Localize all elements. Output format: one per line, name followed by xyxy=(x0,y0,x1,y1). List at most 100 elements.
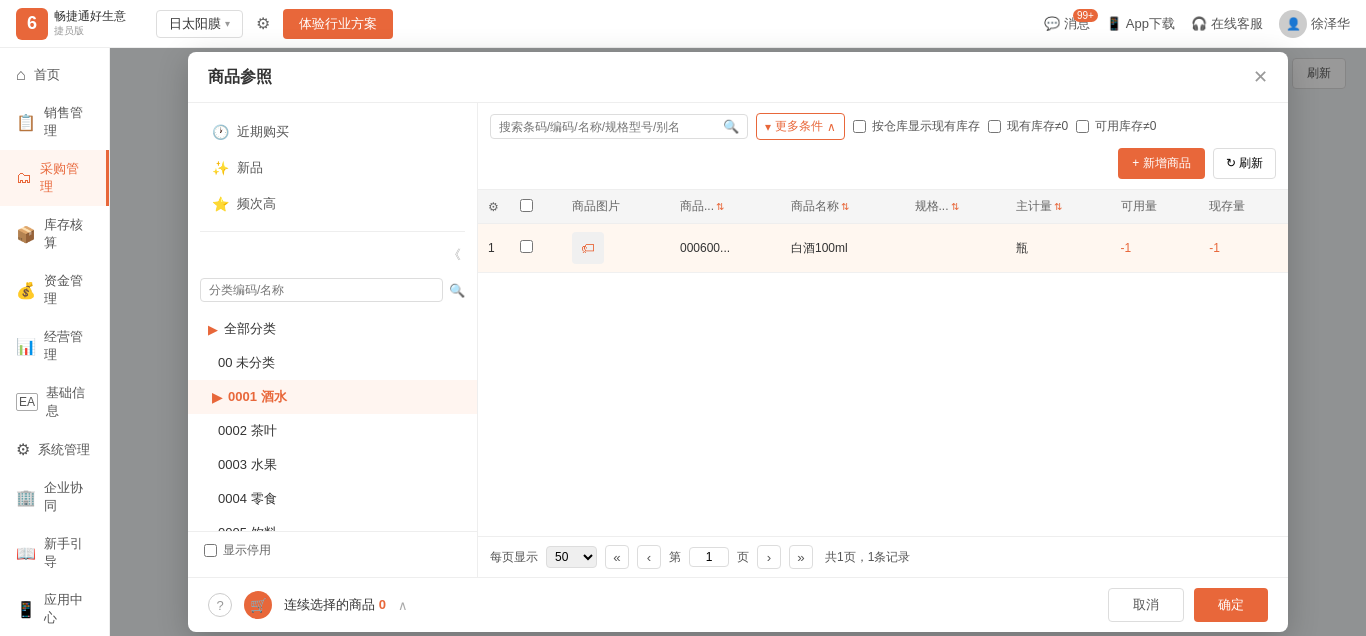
sidebar-item-guide[interactable]: 📖 新手引导 xyxy=(0,525,109,581)
sidebar-label-operation: 经营管理 xyxy=(44,328,93,364)
th-gear: ⚙ xyxy=(478,190,510,224)
product-table: ⚙ 商品图片 商品...⇅ 商品名称⇅ 规格...⇅ xyxy=(478,190,1288,273)
row-checkbox[interactable] xyxy=(520,240,533,253)
user-profile[interactable]: 👤 徐泽华 xyxy=(1279,10,1350,38)
page-input[interactable] xyxy=(689,547,729,567)
footer-right: 取消 确定 xyxy=(1108,588,1268,622)
sidebar-item-inventory[interactable]: 📦 库存核算 xyxy=(0,206,109,262)
stock-display-label: 按仓库显示现有库存 xyxy=(872,118,980,135)
divider xyxy=(200,231,465,232)
th-img: 商品图片 xyxy=(562,190,670,224)
refresh-btn[interactable]: ↻ 刷新 xyxy=(1213,148,1276,179)
per-page-select[interactable]: 50 100 200 xyxy=(546,546,597,568)
clock-icon: 🕐 xyxy=(212,124,229,140)
category-search-icon[interactable]: 🔍 xyxy=(449,283,465,298)
filter-label: 更多条件 xyxy=(775,118,823,135)
existing-stock-checkbox[interactable] xyxy=(988,120,1001,133)
sidebar-item-app[interactable]: 📱 应用中心 xyxy=(0,581,109,636)
inventory-icon: 📦 xyxy=(16,225,36,244)
stock-display-checkbox[interactable] xyxy=(853,120,866,133)
service-btn[interactable]: 🎧 在线客服 xyxy=(1191,15,1263,33)
logo: 6 畅捷通好生意 捷员版 xyxy=(16,8,136,40)
sidebar-item-basic[interactable]: EA 基础信息 xyxy=(0,374,109,430)
category-item-0003[interactable]: 0003 水果 xyxy=(188,448,477,482)
finance-icon: 💰 xyxy=(16,281,36,300)
tab-frequent-label: 频次高 xyxy=(237,195,276,213)
confirm-btn[interactable]: 确定 xyxy=(1194,588,1268,622)
modal-overlay: 商品参照 ✕ 🕐 近期购买 ✨ 新 xyxy=(110,48,1366,636)
first-page-btn[interactable]: « xyxy=(605,545,629,569)
category-item-0005[interactable]: 0005 饮料 xyxy=(188,516,477,531)
category-search-input[interactable] xyxy=(200,278,443,302)
existing-stock-checkbox-group: 现有库存≠0 xyxy=(988,118,1068,135)
existing-stock-label: 现有库存≠0 xyxy=(1007,118,1068,135)
sidebar-label-inventory: 库存核算 xyxy=(44,216,93,252)
footer-collapse-btn[interactable]: ∧ xyxy=(398,598,408,613)
category-item-00[interactable]: 00 未分类 xyxy=(188,346,477,380)
show-disabled-row: 显示停用 xyxy=(188,531,477,569)
page-suffix: 页 xyxy=(737,549,749,566)
collapse-panel-btn[interactable]: 《 xyxy=(440,242,469,268)
tab-new-products[interactable]: ✨ 新品 xyxy=(200,151,465,185)
th-checkbox xyxy=(510,190,562,224)
message-badge: 99+ xyxy=(1073,9,1098,22)
chevron-down-icon: ▾ xyxy=(225,18,230,29)
nav-select[interactable]: 日太阳膜 ▾ xyxy=(156,10,243,38)
sidebar-item-home[interactable]: ⌂ 首页 xyxy=(0,56,109,94)
sidebar-label-corp: 企业协同 xyxy=(44,479,93,515)
cell-code: 000600... xyxy=(670,224,781,273)
next-page-btn[interactable]: › xyxy=(757,545,781,569)
modal-title: 商品参照 xyxy=(208,67,272,88)
help-btn[interactable]: ? xyxy=(208,593,232,617)
category-item-all[interactable]: ▶ 全部分类 xyxy=(188,312,477,346)
tab-frequent[interactable]: ⭐ 频次高 xyxy=(200,187,465,221)
username: 徐泽华 xyxy=(1311,15,1350,33)
nav-select-label: 日太阳膜 xyxy=(169,15,221,33)
tab-recent-purchase[interactable]: 🕐 近期购买 xyxy=(200,115,465,149)
settings-icon[interactable]: ⚙ xyxy=(247,8,279,40)
cell-name: 白酒100ml xyxy=(781,224,905,273)
sidebar-item-sales[interactable]: 📋 销售管理 xyxy=(0,94,109,150)
tab-recent-label: 近期购买 xyxy=(237,123,289,141)
app-download-btn[interactable]: 📱 App下载 xyxy=(1106,15,1175,33)
product-table-wrapper: ⚙ 商品图片 商品...⇅ 商品名称⇅ 规格...⇅ xyxy=(478,190,1288,536)
logo-sub: 捷员版 xyxy=(54,24,126,38)
add-product-btn[interactable]: + 新增商品 xyxy=(1118,148,1204,179)
sidebar-label-home: 首页 xyxy=(34,66,60,84)
modal-close-icon[interactable]: ✕ xyxy=(1253,66,1268,88)
sidebar-item-operation[interactable]: 📊 经营管理 xyxy=(0,318,109,374)
show-disabled-checkbox[interactable] xyxy=(204,544,217,557)
select-all-checkbox[interactable] xyxy=(520,199,533,212)
system-icon: ⚙ xyxy=(16,440,30,459)
category-item-0004[interactable]: 0004 零食 xyxy=(188,482,477,516)
exp-btn[interactable]: 体验行业方案 xyxy=(283,9,393,39)
stock-display-checkbox-group: 按仓库显示现有库存 xyxy=(853,118,980,135)
headset-icon: 🎧 xyxy=(1191,16,1207,31)
sidebar-item-finance[interactable]: 💰 资金管理 xyxy=(0,262,109,318)
cart-btn[interactable]: 🛒 xyxy=(244,591,272,619)
available-stock-checkbox[interactable] xyxy=(1076,120,1089,133)
sidebar: ⌂ 首页 📋 销售管理 🗂 采购管理 📦 库存核算 💰 资金管理 📊 经营管理 … xyxy=(0,48,110,636)
avatar: 👤 xyxy=(1279,10,1307,38)
prev-page-btn[interactable]: ‹ xyxy=(637,545,661,569)
last-page-btn[interactable]: » xyxy=(789,545,813,569)
sidebar-item-purchase[interactable]: 🗂 采购管理 xyxy=(0,150,109,206)
th-unit: 主计量⇅ xyxy=(1006,190,1111,224)
category-item-0001[interactable]: ▶ 0001 酒水 xyxy=(188,380,477,414)
th-name: 商品名称⇅ xyxy=(781,190,905,224)
mobile-icon: 📱 xyxy=(1106,16,1122,31)
table-row[interactable]: 1 🏷 000600... 白酒100ml xyxy=(478,224,1288,273)
sidebar-item-system[interactable]: ⚙ 系统管理 xyxy=(0,430,109,469)
toolbar-right: + 新增商品 ↻ 刷新 xyxy=(1118,148,1276,179)
gear-settings-icon[interactable]: ⚙ xyxy=(488,200,499,214)
sidebar-item-corp[interactable]: 🏢 企业协同 xyxy=(0,469,109,525)
search-icon[interactable]: 🔍 xyxy=(723,119,739,134)
product-search-input[interactable] xyxy=(499,120,719,134)
category-item-0002[interactable]: 0002 茶叶 xyxy=(188,414,477,448)
cancel-btn[interactable]: 取消 xyxy=(1108,588,1184,622)
basic-icon: EA xyxy=(16,393,38,411)
message-btn[interactable]: 💬 消息 99+ xyxy=(1044,15,1090,33)
topbar-right: 💬 消息 99+ 📱 App下载 🎧 在线客服 👤 徐泽华 xyxy=(1044,10,1350,38)
sidebar-label-finance: 资金管理 xyxy=(44,272,93,308)
filter-btn[interactable]: ▾ 更多条件 ∧ xyxy=(756,113,845,140)
